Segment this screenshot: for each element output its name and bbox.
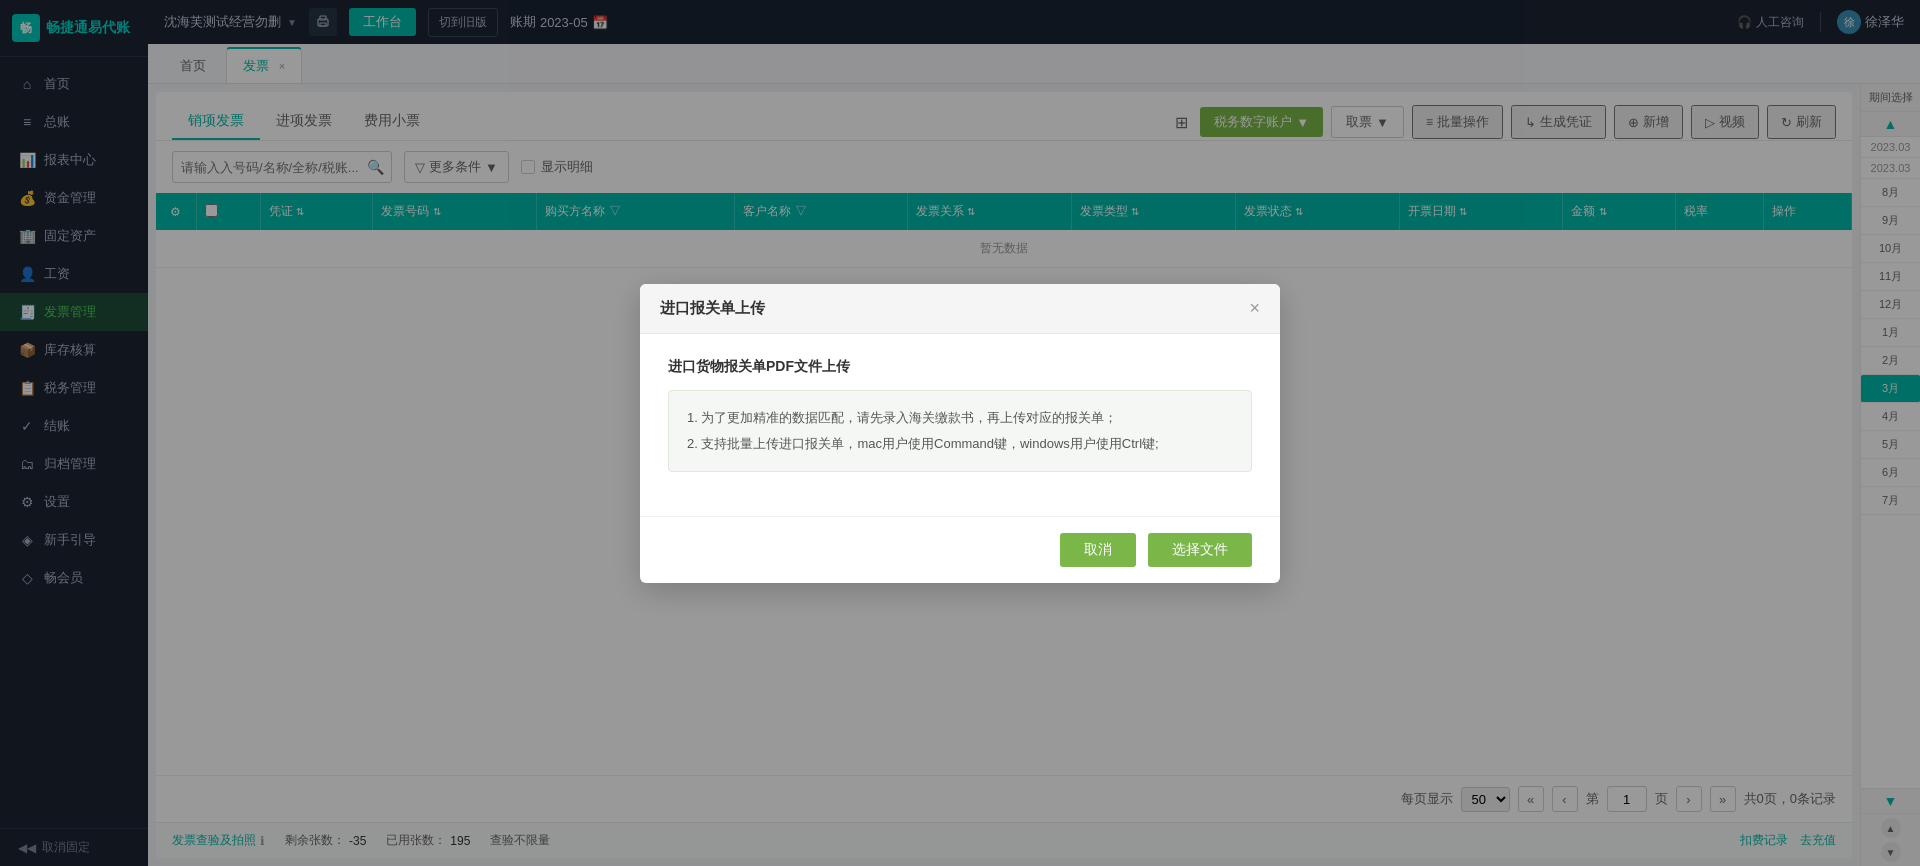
- modal-header: 进口报关单上传 ×: [640, 284, 1280, 334]
- modal-overlay[interactable]: 进口报关单上传 × 进口货物报关单PDF文件上传 1. 为了更加精准的数据匹配，…: [0, 0, 1920, 866]
- modal-notice-item-1: 1. 为了更加精准的数据匹配，请先录入海关缴款书，再上传对应的报关单；: [687, 405, 1233, 431]
- modal-title: 进口报关单上传: [660, 299, 765, 318]
- modal-section-title: 进口货物报关单PDF文件上传: [668, 358, 1252, 376]
- modal-cancel-button[interactable]: 取消: [1060, 533, 1136, 567]
- import-customs-modal: 进口报关单上传 × 进口货物报关单PDF文件上传 1. 为了更加精准的数据匹配，…: [640, 284, 1280, 583]
- modal-notice-box: 1. 为了更加精准的数据匹配，请先录入海关缴款书，再上传对应的报关单； 2. 支…: [668, 390, 1252, 472]
- modal-footer: 取消 选择文件: [640, 516, 1280, 583]
- modal-body: 进口货物报关单PDF文件上传 1. 为了更加精准的数据匹配，请先录入海关缴款书，…: [640, 334, 1280, 516]
- modal-notice-item-2: 2. 支持批量上传进口报关单，mac用户使用Command键，windows用户…: [687, 431, 1233, 457]
- modal-close-button[interactable]: ×: [1249, 298, 1260, 319]
- modal-select-file-button[interactable]: 选择文件: [1148, 533, 1252, 567]
